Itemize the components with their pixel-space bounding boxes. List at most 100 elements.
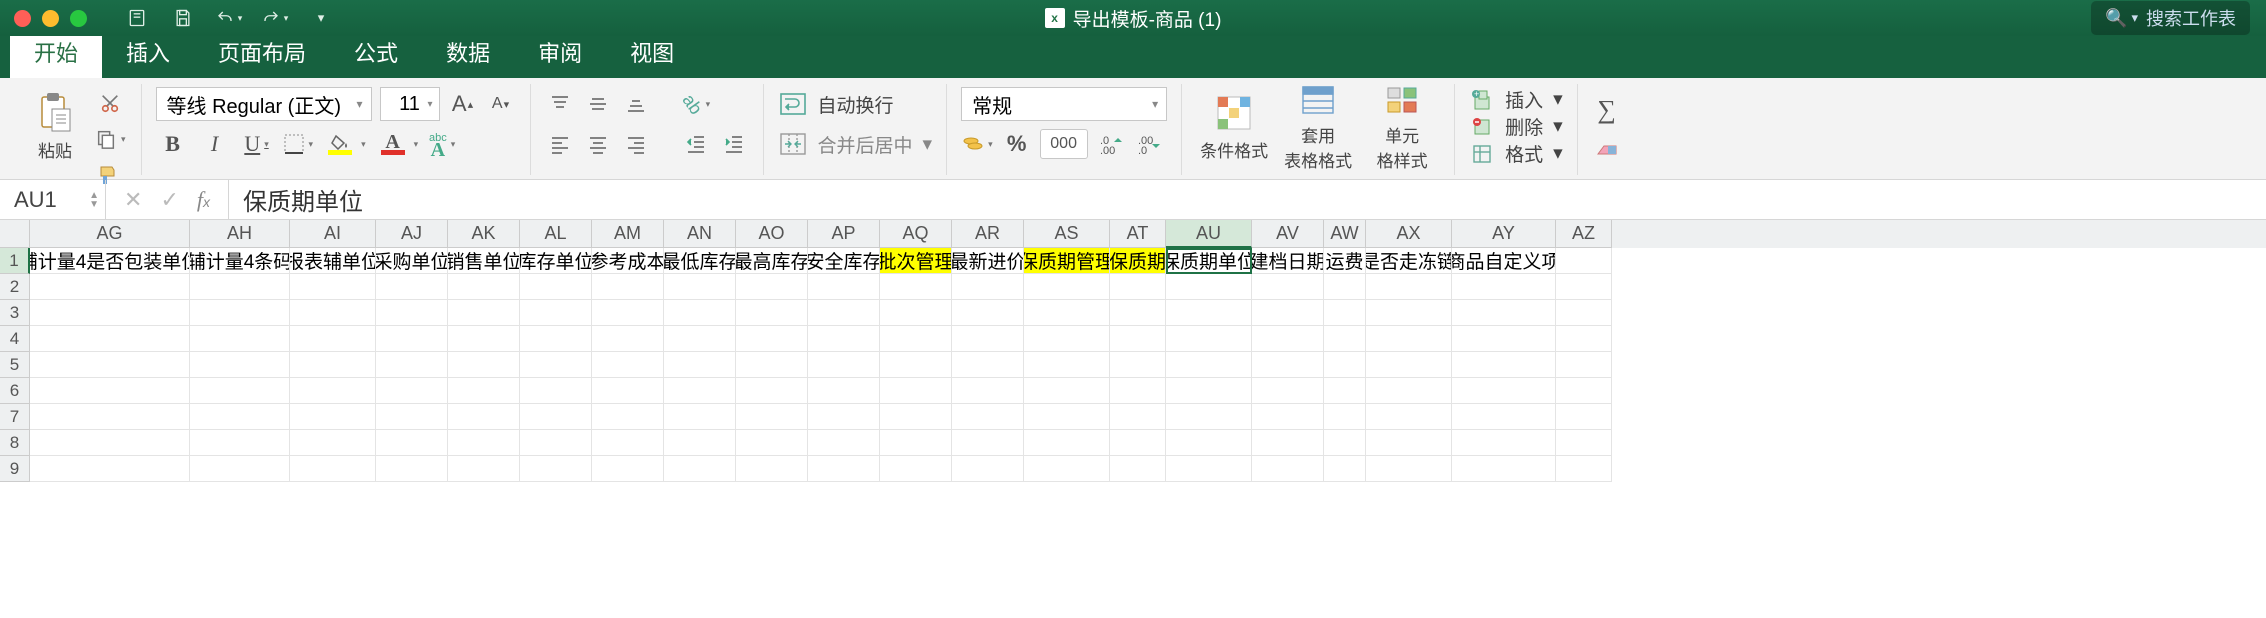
col-header-AL[interactable]: AL <box>520 220 592 248</box>
row-header-9[interactable]: 9 <box>0 456 30 482</box>
cell-AV5[interactable] <box>1252 352 1324 378</box>
cell-AO5[interactable] <box>736 352 808 378</box>
cell-AM1[interactable]: 参考成本 <box>592 248 664 274</box>
cell-AL4[interactable] <box>520 326 592 352</box>
cell-AH6[interactable] <box>190 378 290 404</box>
cell-AJ2[interactable] <box>376 274 448 300</box>
cell-AM2[interactable] <box>592 274 664 300</box>
cell-AK3[interactable] <box>448 300 520 326</box>
col-header-AX[interactable]: AX <box>1366 220 1452 248</box>
cell-AS3[interactable] <box>1024 300 1110 326</box>
cell-AO6[interactable] <box>736 378 808 404</box>
cell-AZ5[interactable] <box>1556 352 1612 378</box>
cell-AS9[interactable] <box>1024 456 1110 482</box>
zoom-window[interactable] <box>70 10 87 27</box>
italic-button[interactable]: I <box>198 129 232 159</box>
col-header-AK[interactable]: AK <box>448 220 520 248</box>
cell-AJ5[interactable] <box>376 352 448 378</box>
cell-AZ9[interactable] <box>1556 456 1612 482</box>
cell-AX9[interactable] <box>1366 456 1452 482</box>
cell-AH7[interactable] <box>190 404 290 430</box>
cell-AU5[interactable] <box>1166 352 1252 378</box>
cell-AI5[interactable] <box>290 352 376 378</box>
cell-AJ1[interactable]: 采购单位 <box>376 248 448 274</box>
cell-AU4[interactable] <box>1166 326 1252 352</box>
redo-button[interactable]: ▾ <box>255 5 295 31</box>
copy-button[interactable]: ▾ <box>94 124 127 154</box>
col-header-AH[interactable]: AH <box>190 220 290 248</box>
col-header-AZ[interactable]: AZ <box>1556 220 1612 248</box>
cell-AJ9[interactable] <box>376 456 448 482</box>
currency-button[interactable]: ▾ <box>961 129 994 159</box>
cell-AZ6[interactable] <box>1556 378 1612 404</box>
border-button[interactable]: ▾ <box>282 129 315 159</box>
font-size-select[interactable]: 11▾ <box>380 87 440 121</box>
cell-AG8[interactable] <box>30 430 190 456</box>
percent-button[interactable]: % <box>1002 129 1032 159</box>
autosum-button[interactable]: ∑ <box>1592 95 1622 125</box>
cell-AW6[interactable] <box>1324 378 1366 404</box>
col-header-AP[interactable]: AP <box>808 220 880 248</box>
search-box[interactable]: 🔍 ▾ 搜索工作表 <box>2091 1 2250 35</box>
cell-AV2[interactable] <box>1252 274 1324 300</box>
cell-AR1[interactable]: 最新进价 <box>952 248 1024 274</box>
cell-AS7[interactable] <box>1024 404 1110 430</box>
cell-AL2[interactable] <box>520 274 592 300</box>
cell-AW2[interactable] <box>1324 274 1366 300</box>
cell-AK5[interactable] <box>448 352 520 378</box>
cell-AP5[interactable] <box>808 352 880 378</box>
cell-AN4[interactable] <box>664 326 736 352</box>
cell-AU9[interactable] <box>1166 456 1252 482</box>
cell-AV8[interactable] <box>1252 430 1324 456</box>
cell-AX4[interactable] <box>1366 326 1452 352</box>
cell-AY3[interactable] <box>1452 300 1556 326</box>
insert-function-button[interactable]: fx <box>197 187 210 213</box>
cell-AJ6[interactable] <box>376 378 448 404</box>
enter-formula-button[interactable]: ✓ <box>160 187 178 213</box>
cell-AS4[interactable] <box>1024 326 1110 352</box>
cell-AV1[interactable]: 建档日期 <box>1252 248 1324 274</box>
cell-AI2[interactable] <box>290 274 376 300</box>
cell-AN5[interactable] <box>664 352 736 378</box>
cell-AN1[interactable]: 最低库存 <box>664 248 736 274</box>
increase-font-button[interactable]: A▴ <box>448 89 478 119</box>
cut-button[interactable] <box>94 88 127 118</box>
wrap-text-button[interactable] <box>778 89 808 119</box>
col-header-AY[interactable]: AY <box>1452 220 1556 248</box>
cell-AI8[interactable] <box>290 430 376 456</box>
cell-AX5[interactable] <box>1366 352 1452 378</box>
phonetic-button[interactable]: abcA▾ <box>427 129 457 159</box>
font-color-button[interactable]: A▾ <box>375 129 420 159</box>
insert-cells-button[interactable]: +插入▾ <box>1469 86 1563 113</box>
cell-AS1[interactable]: 保质期管理 <box>1024 248 1110 274</box>
conditional-format-button[interactable]: 条件格式 <box>1196 84 1272 170</box>
col-header-AQ[interactable]: AQ <box>880 220 952 248</box>
cell-AZ3[interactable] <box>1556 300 1612 326</box>
cell-AJ3[interactable] <box>376 300 448 326</box>
cell-AZ7[interactable] <box>1556 404 1612 430</box>
cell-AG3[interactable] <box>30 300 190 326</box>
decrease-font-button[interactable]: A▾ <box>486 89 516 119</box>
select-all-corner[interactable] <box>0 220 30 248</box>
cell-AI9[interactable] <box>290 456 376 482</box>
col-header-AO[interactable]: AO <box>736 220 808 248</box>
cell-AX8[interactable] <box>1366 430 1452 456</box>
cell-AO1[interactable]: 最高库存 <box>736 248 808 274</box>
cell-AG1[interactable]: 辅计量4是否包装单位 <box>30 248 190 274</box>
cell-AG6[interactable] <box>30 378 190 404</box>
cell-AM3[interactable] <box>592 300 664 326</box>
col-header-AU[interactable]: AU <box>1166 220 1252 248</box>
cell-AR2[interactable] <box>952 274 1024 300</box>
row-header-6[interactable]: 6 <box>0 378 30 404</box>
cell-AR3[interactable] <box>952 300 1024 326</box>
cell-AM5[interactable] <box>592 352 664 378</box>
increase-decimal-button[interactable]: .0.00 <box>1096 129 1126 159</box>
minimize-window[interactable] <box>42 10 59 27</box>
cell-AY4[interactable] <box>1452 326 1556 352</box>
cell-AK2[interactable] <box>448 274 520 300</box>
format-cells-button[interactable]: 格式▾ <box>1469 140 1563 167</box>
cell-AV4[interactable] <box>1252 326 1324 352</box>
formula-input[interactable]: 保质期单位 <box>228 180 2266 219</box>
cell-AW4[interactable] <box>1324 326 1366 352</box>
merge-dropdown[interactable]: ▾ <box>923 133 933 156</box>
